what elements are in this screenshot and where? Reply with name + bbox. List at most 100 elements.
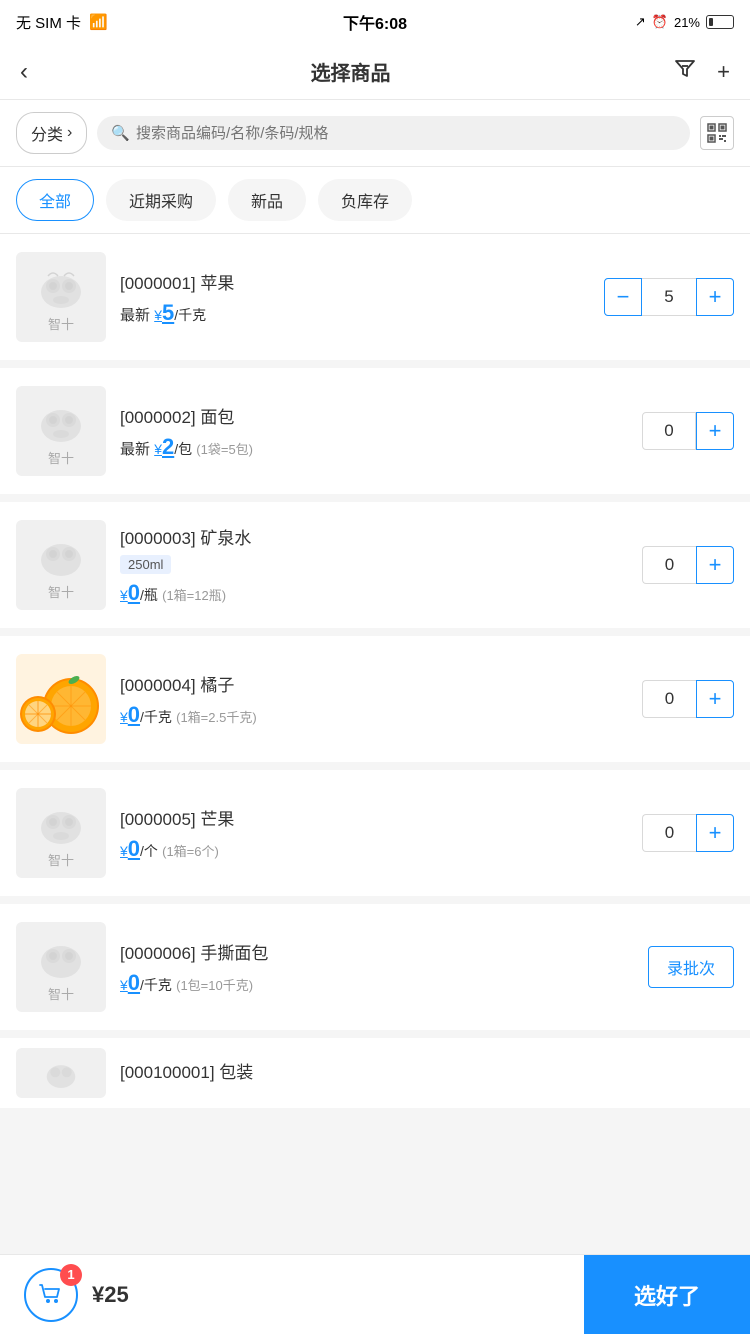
placeholder-image: 智十 <box>16 922 106 1012</box>
product-info-0000003: [0000003] 矿泉水 250ml ¥0/瓶 (1箱=12瓶) <box>120 524 628 606</box>
product-price: 最新 ¥5/千克 <box>120 300 590 326</box>
price-symbol: ¥ <box>154 441 162 457</box>
nav-title: 选择商品 <box>311 57 391 86</box>
product-image-0000005: 智十 <box>16 788 106 878</box>
product-image-0000002: 智十 <box>16 386 106 476</box>
price-num: 0 <box>128 970 140 995</box>
qty-increase-button[interactable]: + <box>696 680 734 718</box>
battery-fill <box>709 18 713 26</box>
battery-icon <box>706 15 734 29</box>
status-right: ↗ ⏰ 21% <box>635 14 734 30</box>
scan-button[interactable] <box>700 116 734 150</box>
price-symbol: ¥ <box>154 307 162 323</box>
alarm-icon: ⏰ <box>652 14 668 30</box>
qty-control-0000001: − + <box>604 278 734 316</box>
qty-input[interactable] <box>642 546 696 584</box>
product-image-0000001: 智十 <box>16 252 106 342</box>
brand-label: 智十 <box>48 582 74 601</box>
price-note: (1箱=12瓶) <box>162 588 226 603</box>
confirm-button[interactable]: 选好了 <box>584 1255 750 1334</box>
cart-section: 1 ¥25 <box>0 1268 584 1322</box>
tab-recent[interactable]: 近期采购 <box>106 179 216 221</box>
price-num: 0 <box>128 702 140 727</box>
list-item: 智十 [0000001] 苹果 最新 ¥5/千克 − + <box>0 234 750 368</box>
product-info-partial: [000100001] 包装 <box>120 1058 734 1089</box>
price-unit: /千克 <box>140 709 172 725</box>
status-left: 无 SIM 卡 📶 <box>16 12 108 33</box>
brand-label: 智十 <box>48 850 74 869</box>
battery-percent: 21% <box>674 15 700 30</box>
category-button[interactable]: 分类 › <box>16 112 87 154</box>
list-item: 智十 [0000003] 矿泉水 250ml ¥0/瓶 (1箱=12瓶) + <box>0 502 750 636</box>
toolbar: 分类 › 🔍 <box>0 100 750 167</box>
qty-control-0000004: + <box>642 680 734 718</box>
price-note: (1包=10千克) <box>176 978 253 993</box>
filter-icon[interactable] <box>673 57 697 87</box>
placeholder-image <box>16 1048 106 1098</box>
search-icon: 🔍 <box>111 124 130 142</box>
carrier-label: 无 SIM 卡 <box>16 12 81 33</box>
qty-input[interactable] <box>642 412 696 450</box>
product-name: [0000005] 芒果 <box>120 805 628 830</box>
tab-negative[interactable]: 负库存 <box>318 179 412 221</box>
product-info-0000006: [0000006] 手撕面包 ¥0/千克 (1包=10千克) <box>120 939 634 996</box>
brand-label: 智十 <box>48 448 74 467</box>
category-chevron: › <box>67 124 72 142</box>
brand-label: 智十 <box>48 314 74 333</box>
product-info-0000002: [0000002] 面包 最新 ¥2/包 (1袋=5包) <box>120 403 628 460</box>
price-note: (1箱=2.5千克) <box>176 710 257 725</box>
placeholder-image: 智十 <box>16 386 106 476</box>
qty-increase-button[interactable]: + <box>696 278 734 316</box>
product-price: ¥0/瓶 (1箱=12瓶) <box>120 580 628 606</box>
bottom-bar: 1 ¥25 选好了 <box>0 1254 750 1334</box>
status-time: 下午6:08 <box>343 10 407 34</box>
product-image-0000004 <box>16 654 106 744</box>
qty-input[interactable] <box>642 278 696 316</box>
qty-input[interactable] <box>642 814 696 852</box>
nav-bar: ‹ 选择商品 + <box>0 44 750 100</box>
price-symbol: ¥ <box>120 977 128 993</box>
qty-increase-button[interactable]: + <box>696 412 734 450</box>
batch-button[interactable]: 录批次 <box>648 946 734 988</box>
price-unit: /个 <box>140 843 158 859</box>
product-list: 智十 [0000001] 苹果 最新 ¥5/千克 − + <box>0 234 750 1108</box>
location-icon: ↗ <box>635 14 646 30</box>
price-symbol: ¥ <box>120 843 128 859</box>
product-name: [0000002] 面包 <box>120 403 628 428</box>
filter-tabs: 全部 近期采购 新品 负库存 <box>0 167 750 234</box>
list-item: 智十 [0000002] 面包 最新 ¥2/包 (1袋=5包) + <box>0 368 750 502</box>
add-button[interactable]: + <box>717 59 730 85</box>
product-info-0000001: [0000001] 苹果 最新 ¥5/千克 <box>120 269 590 326</box>
qty-increase-button[interactable]: + <box>696 814 734 852</box>
price-num: 2 <box>162 434 174 459</box>
qty-control-0000003: + <box>642 546 734 584</box>
product-name: [000100001] 包装 <box>120 1058 734 1083</box>
price-num: 0 <box>128 836 140 861</box>
cart-icon <box>37 1281 65 1309</box>
qty-input[interactable] <box>642 680 696 718</box>
qty-control-0000005: + <box>642 814 734 852</box>
product-image-0000006: 智十 <box>16 922 106 1012</box>
cart-button[interactable]: 1 <box>24 1268 78 1322</box>
list-item: [0000004] 橘子 ¥0/千克 (1箱=2.5千克) + <box>0 636 750 770</box>
back-button[interactable]: ‹ <box>20 58 28 86</box>
qty-control-0000002: + <box>642 412 734 450</box>
qty-decrease-button[interactable]: − <box>604 278 642 316</box>
price-symbol: ¥ <box>120 587 128 603</box>
list-item: [000100001] 包装 <box>0 1038 750 1108</box>
category-label: 分类 <box>31 121 63 145</box>
product-name: [0000003] 矿泉水 <box>120 524 628 549</box>
search-input[interactable] <box>136 125 676 142</box>
product-name: [0000004] 橘子 <box>120 671 628 696</box>
product-info-0000004: [0000004] 橘子 ¥0/千克 (1箱=2.5千克) <box>120 671 628 728</box>
nav-left: ‹ <box>20 58 28 86</box>
qty-increase-button[interactable]: + <box>696 546 734 584</box>
tab-all[interactable]: 全部 <box>16 179 94 221</box>
list-item: 智十 [0000006] 手撕面包 ¥0/千克 (1包=10千克) 录批次 <box>0 904 750 1038</box>
product-name: [0000006] 手撕面包 <box>120 939 634 964</box>
product-name: [0000001] 苹果 <box>120 269 590 294</box>
price-prefix: 最新 <box>120 307 150 324</box>
tab-new[interactable]: 新品 <box>228 179 306 221</box>
price-unit: /千克 <box>140 977 172 993</box>
price-unit: /包 <box>174 441 192 457</box>
